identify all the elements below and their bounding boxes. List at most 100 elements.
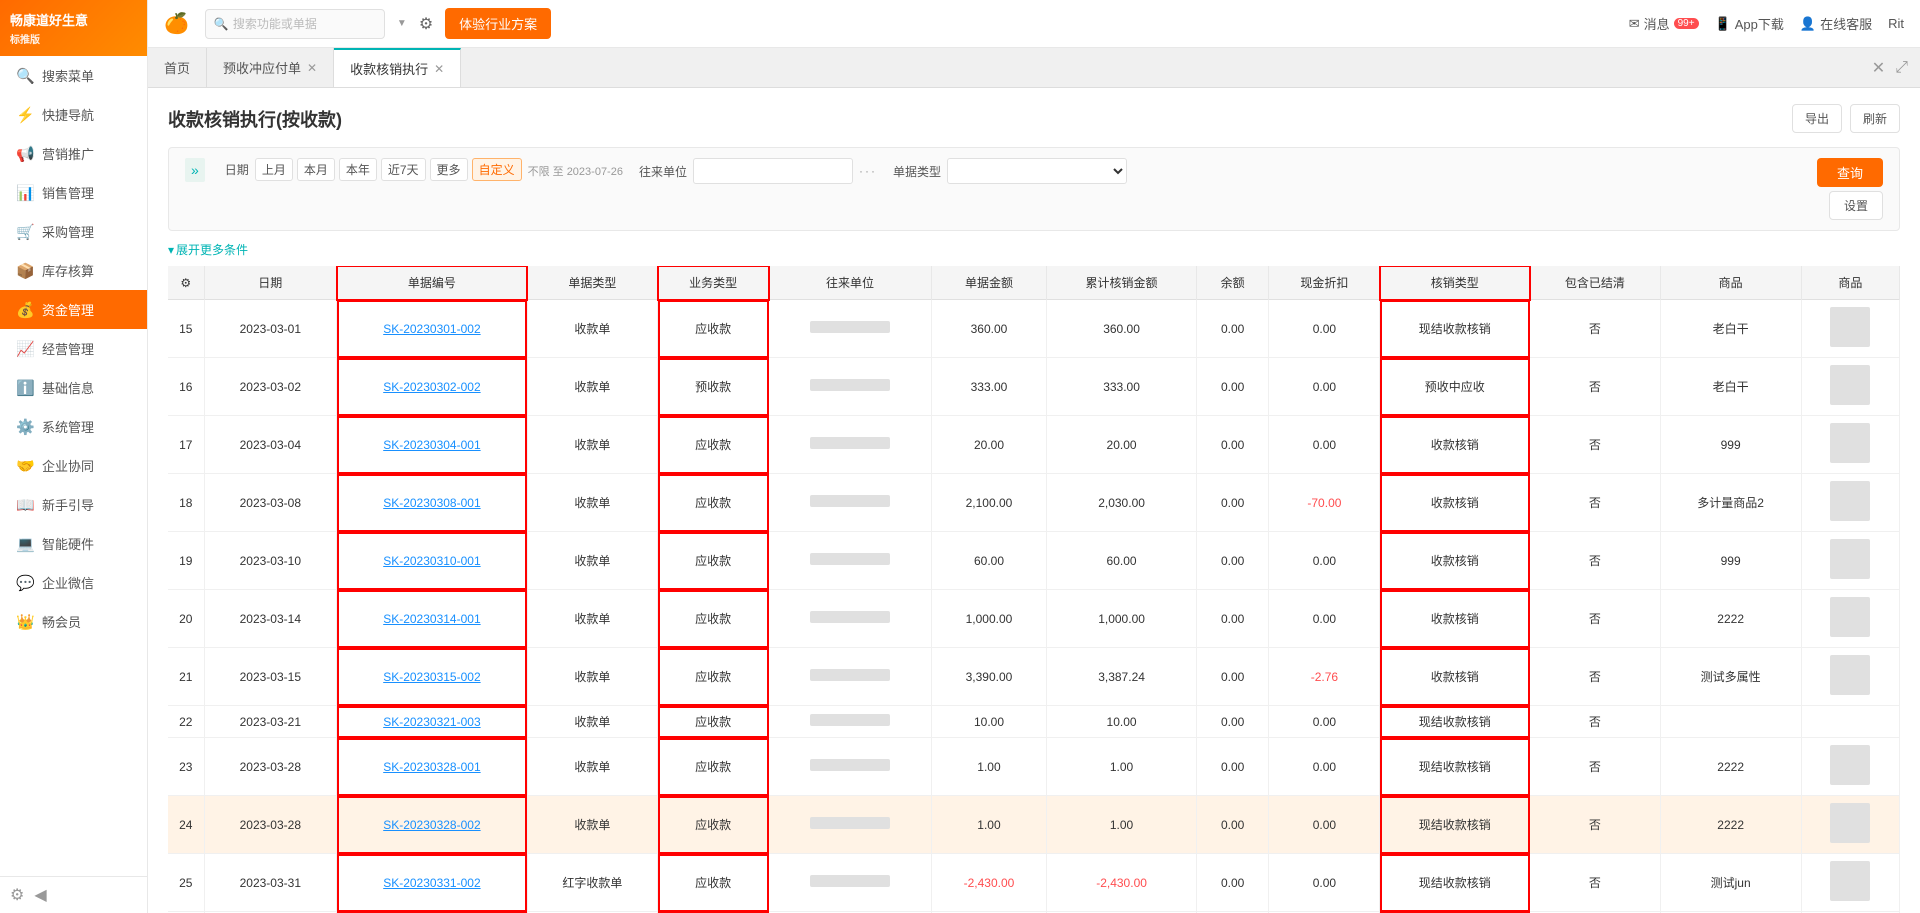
cell-biz-type: 预收款 — [658, 358, 769, 416]
filter-partner-input[interactable] — [693, 158, 853, 184]
filter-7-days[interactable]: 近7天 — [381, 158, 426, 181]
topbar-chevron-icon[interactable]: ▼ — [397, 18, 407, 29]
cell-verify-type: 收款核销 — [1380, 532, 1530, 590]
cell-include-settled: 否 — [1530, 738, 1660, 796]
settings-icon[interactable]: ⚙ — [10, 885, 24, 905]
code-link[interactable]: SK-20230314-001 — [383, 612, 480, 626]
query-button[interactable]: 查询 — [1817, 158, 1883, 187]
tabbar-actions: ✕ ⤢ — [1860, 48, 1920, 87]
code-link[interactable]: SK-20230308-001 — [383, 496, 480, 510]
cell-verify-type: 收款核销 — [1380, 416, 1530, 474]
tab-label-1: 预收冲应付单 — [223, 58, 301, 77]
sidebar-logo: 畅康道好生意 标推版 — [0, 0, 147, 56]
sidebar-item-5[interactable]: 📦库存核算 — [0, 251, 147, 290]
expand-icon[interactable]: ⤢ — [1895, 59, 1908, 77]
user-item[interactable]: Rit — [1888, 16, 1904, 31]
refresh-button[interactable]: 刷新 — [1850, 104, 1900, 133]
sidebar-icon-0: 🔍 — [16, 67, 34, 85]
code-link[interactable]: SK-20230302-002 — [383, 380, 480, 394]
tab-0[interactable]: 首页 — [148, 48, 207, 87]
gear-icon[interactable]: ⚙ — [180, 276, 191, 290]
sidebar-item-13[interactable]: 💬企业微信 — [0, 563, 147, 602]
code-link[interactable]: SK-20230328-002 — [383, 818, 480, 832]
messages-label: 消息 — [1644, 14, 1670, 33]
code-link[interactable]: SK-20230321-003 — [383, 715, 480, 729]
filter-this-year[interactable]: 本年 — [339, 158, 377, 181]
industry-solution-button[interactable]: 体验行业方案 — [445, 8, 551, 39]
sidebar-item-2[interactable]: 📢营销推广 — [0, 134, 147, 173]
sidebar-item-11[interactable]: 📖新手引导 — [0, 485, 147, 524]
filter-this-month[interactable]: 本月 — [297, 158, 335, 181]
filter-last-month[interactable]: 上月 — [255, 158, 293, 181]
expand-more-button[interactable]: ▾ 展开更多条件 — [168, 241, 248, 258]
chevron-down-icon: ▾ — [168, 243, 174, 257]
cell-goods2 — [1801, 796, 1899, 854]
table-row: 17 2023-03-04 SK-20230304-001 收款单 应收款 20… — [168, 416, 1900, 474]
code-link[interactable]: SK-20230304-001 — [383, 438, 480, 452]
close-icon[interactable]: ✕ — [1872, 58, 1885, 78]
code-link[interactable]: SK-20230301-002 — [383, 322, 480, 336]
sidebar-item-12[interactable]: 💻智能硬件 — [0, 524, 147, 563]
cell-partner — [769, 854, 932, 912]
sidebar-item-4[interactable]: 🛒采购管理 — [0, 212, 147, 251]
cell-accumulated: 20.00 — [1047, 416, 1197, 474]
code-link[interactable]: SK-20230328-001 — [383, 760, 480, 774]
cell-include-settled: 否 — [1530, 706, 1660, 738]
service-icon: 👤 — [1800, 16, 1816, 32]
tab-2[interactable]: 收款核销执行✕ — [334, 48, 461, 87]
code-link[interactable]: SK-20230310-001 — [383, 554, 480, 568]
filter-custom-button[interactable]: 自定义 — [472, 158, 522, 181]
export-button[interactable]: 导出 — [1792, 104, 1842, 133]
col-settings[interactable]: ⚙ — [168, 266, 204, 300]
sidebar-item-3[interactable]: 📊销售管理 — [0, 173, 147, 212]
cell-no: 18 — [168, 474, 204, 532]
sidebar-item-10[interactable]: 🤝企业协同 — [0, 446, 147, 485]
topbar-gear-icon[interactable]: ⚙ — [419, 14, 433, 34]
cell-include-settled: 否 — [1530, 416, 1660, 474]
cell-biz-type: 应收款 — [658, 416, 769, 474]
filter-voucher-type-label: 单据类型 — [893, 163, 941, 180]
filter-settings-button[interactable]: 设置 — [1829, 191, 1883, 220]
cell-biz-type: 应收款 — [658, 648, 769, 706]
tab-1[interactable]: 预收冲应付单 ✕ — [207, 48, 334, 87]
cell-partner — [769, 416, 932, 474]
main-area: 🍊 🔍 搜索功能或单据 ▼ ⚙ 体验行业方案 ✉ 消息 99+ 📱 App下载 … — [148, 0, 1920, 913]
online-service-label: 在线客服 — [1820, 14, 1872, 33]
filter-expand-button[interactable]: » — [185, 158, 205, 182]
collapse-icon[interactable]: ◀ — [34, 885, 46, 905]
sidebar-item-0[interactable]: 🔍搜索菜单 — [0, 56, 147, 95]
code-link[interactable]: SK-20230315-002 — [383, 670, 480, 684]
sidebar-item-9[interactable]: ⚙️系统管理 — [0, 407, 147, 446]
cell-amount: 60.00 — [931, 532, 1046, 590]
filter-more[interactable]: 更多 — [430, 158, 468, 181]
cell-amount: 333.00 — [931, 358, 1046, 416]
cell-accumulated: 360.00 — [1047, 300, 1197, 358]
cell-biz-type: 应收款 — [658, 532, 769, 590]
sidebar-item-7[interactable]: 📈经营管理 — [0, 329, 147, 368]
sidebar-item-6[interactable]: 💰资金管理 — [0, 290, 147, 329]
cell-goods2 — [1801, 474, 1899, 532]
tab-close-2[interactable]: ✕ — [434, 62, 444, 76]
sidebar-item-8[interactable]: ℹ️基础信息 — [0, 368, 147, 407]
main-table: ⚙ 日期 单据编号 单据类型 业务类型 往来单位 单据金额 累计核销金额 余额 … — [168, 266, 1900, 913]
cell-partner — [769, 474, 932, 532]
cell-voucher-type: 收款单 — [527, 706, 657, 738]
topbar-right: ✉ 消息 99+ 📱 App下载 👤 在线客服 Rit — [1629, 14, 1904, 33]
filter-voucher-type-select[interactable] — [947, 158, 1127, 184]
sidebar-item-1[interactable]: ⚡快捷导航 — [0, 95, 147, 134]
topbar-search[interactable]: 🔍 搜索功能或单据 — [205, 9, 385, 39]
cell-cash-discount: 0.00 — [1269, 796, 1380, 854]
messages-item[interactable]: ✉ 消息 99+ — [1629, 14, 1699, 33]
sidebar-bottom: ⚙ ◀ — [0, 876, 147, 913]
cell-biz-type: 应收款 — [658, 854, 769, 912]
app-download-item[interactable]: 📱 App下载 — [1715, 14, 1784, 33]
online-service-item[interactable]: 👤 在线客服 — [1800, 14, 1872, 33]
sidebar-item-14[interactable]: 👑畅会员 — [0, 602, 147, 641]
table-row: 18 2023-03-08 SK-20230308-001 收款单 应收款 2,… — [168, 474, 1900, 532]
table-row: 23 2023-03-28 SK-20230328-001 收款单 应收款 1.… — [168, 738, 1900, 796]
cell-voucher-type: 收款单 — [527, 474, 657, 532]
cell-date: 2023-03-28 — [204, 796, 337, 854]
code-link[interactable]: SK-20230331-002 — [383, 876, 480, 890]
tab-close-1[interactable]: ✕ — [307, 61, 317, 75]
sidebar-app-name: 畅康道好生意 — [10, 10, 137, 29]
